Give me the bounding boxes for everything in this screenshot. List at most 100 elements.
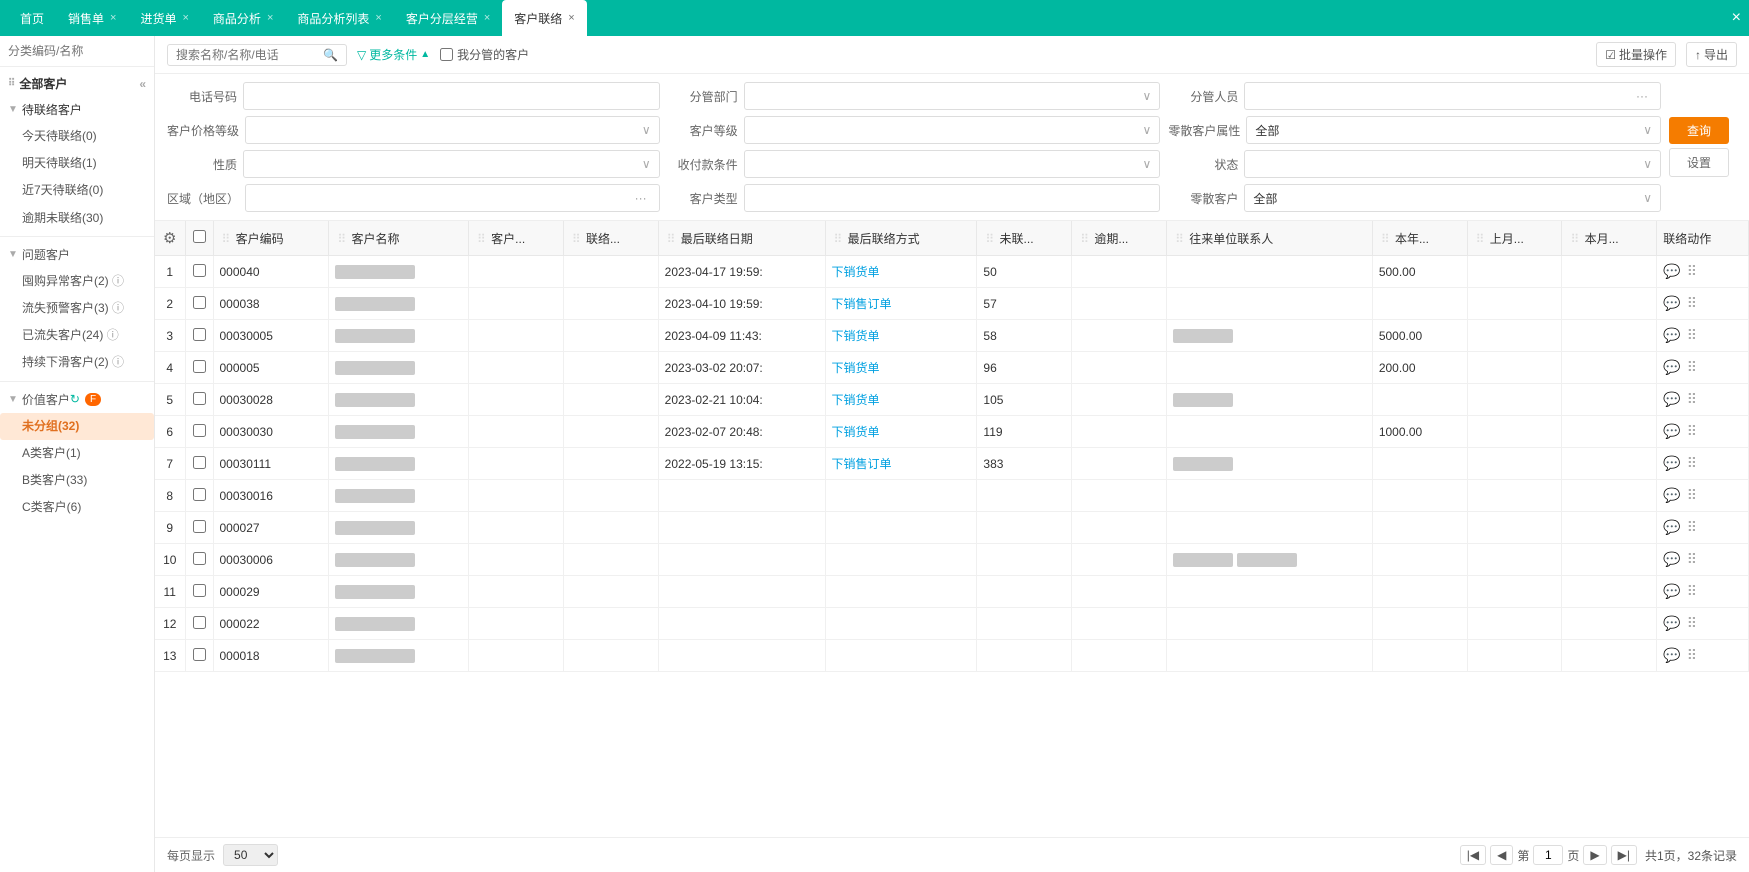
- comment-icon[interactable]: 💬: [1663, 423, 1680, 440]
- row-checkbox[interactable]: [193, 392, 206, 405]
- sidebar-group-problem[interactable]: ▼ 问题客户: [0, 241, 154, 268]
- retail-attr-select[interactable]: 全部 ∨: [1246, 116, 1661, 144]
- more-filters-button[interactable]: ▽ 更多条件 ▲: [357, 46, 430, 63]
- sidebar-item-overdue-pending[interactable]: 逾期未联络(30): [0, 205, 154, 232]
- dept-select[interactable]: ∨: [744, 82, 1161, 110]
- sidebar-all-customers-header[interactable]: ⠿ 全部客户 «: [0, 67, 154, 96]
- sidebar-group-pending[interactable]: ▼ 待联络客户: [0, 96, 154, 123]
- grid-action-icon[interactable]: ⠿: [1687, 615, 1697, 632]
- grid-action-icon[interactable]: ⠿: [1687, 327, 1697, 344]
- grid-action-icon[interactable]: ⠿: [1687, 519, 1697, 536]
- comment-icon[interactable]: 💬: [1663, 455, 1680, 472]
- grid-action-icon[interactable]: ⠿: [1687, 391, 1697, 408]
- comment-icon[interactable]: 💬: [1663, 583, 1680, 600]
- nav-tab-sales[interactable]: 销售单 ×: [56, 0, 128, 36]
- sidebar-item-today-pending[interactable]: 今天待联络(0): [0, 123, 154, 150]
- row-checkbox[interactable]: [193, 360, 206, 373]
- row-last-contact-way-link[interactable]: 下销货单: [832, 265, 880, 279]
- grid-action-icon[interactable]: ⠿: [1687, 487, 1697, 504]
- row-checkbox[interactable]: [193, 648, 206, 661]
- grid-action-icon[interactable]: ⠿: [1687, 263, 1697, 280]
- comment-icon[interactable]: 💬: [1663, 519, 1680, 536]
- customer-type-select[interactable]: [744, 184, 1161, 212]
- row-checkbox[interactable]: [193, 584, 206, 597]
- comment-icon[interactable]: 💬: [1663, 551, 1680, 568]
- sidebar-item-class-a[interactable]: A类客户(1): [0, 440, 154, 467]
- row-last-contact-way-link[interactable]: 下销售订单: [832, 297, 892, 311]
- gear-icon[interactable]: ⚙: [163, 230, 176, 247]
- customer-level-select[interactable]: ∨: [744, 116, 1161, 144]
- row-last-contact-way-link[interactable]: 下销货单: [832, 393, 880, 407]
- sidebar-item-declining[interactable]: 持续下滑客户(2) ⓘ: [0, 349, 154, 376]
- price-level-select[interactable]: ∨: [245, 116, 660, 144]
- search-input[interactable]: [176, 48, 319, 62]
- tab-customer-contact-close[interactable]: ×: [568, 12, 574, 24]
- row-last-contact-way-link[interactable]: 下销货单: [832, 329, 880, 343]
- comment-icon[interactable]: 💬: [1663, 263, 1680, 280]
- phone-input[interactable]: [243, 82, 660, 110]
- th-gear[interactable]: ⚙: [155, 221, 185, 256]
- row-last-contact-way-link[interactable]: 下销货单: [832, 425, 880, 439]
- next-page-button[interactable]: ▶: [1583, 845, 1606, 865]
- row-checkbox[interactable]: [193, 488, 206, 501]
- reset-button[interactable]: 设置: [1669, 148, 1729, 177]
- nav-tab-customer-mgmt[interactable]: 客户分层经营 ×: [394, 0, 502, 36]
- person-select[interactable]: ···: [1244, 82, 1661, 110]
- region-ellipsis[interactable]: ···: [631, 191, 651, 205]
- row-checkbox[interactable]: [193, 328, 206, 341]
- nav-tab-customer-contact[interactable]: 客户联络 ×: [502, 0, 586, 36]
- sidebar-group-value[interactable]: ▼ 价值客户 ↻ F: [0, 386, 154, 413]
- row-last-contact-way-link[interactable]: 下销货单: [832, 361, 880, 375]
- comment-icon[interactable]: 💬: [1663, 647, 1680, 664]
- sidebar-item-abnormal[interactable]: 囤购异常客户(2) ⓘ: [0, 268, 154, 295]
- comment-icon[interactable]: 💬: [1663, 615, 1680, 632]
- sidebar-item-tomorrow-pending[interactable]: 明天待联络(1): [0, 150, 154, 177]
- my-customers-check[interactable]: [440, 48, 453, 61]
- sidebar-item-class-c[interactable]: C类客户(6): [0, 494, 154, 521]
- row-checkbox[interactable]: [193, 616, 206, 629]
- search-icon[interactable]: 🔍: [323, 48, 338, 62]
- page-number-input[interactable]: [1533, 845, 1563, 865]
- sidebar-item-class-b[interactable]: B类客户(33): [0, 467, 154, 494]
- nav-tab-analysis[interactable]: 商品分析 ×: [201, 0, 285, 36]
- comment-icon[interactable]: 💬: [1663, 391, 1680, 408]
- grid-action-icon[interactable]: ⠿: [1687, 647, 1697, 664]
- query-button[interactable]: 查询: [1669, 117, 1729, 144]
- row-checkbox[interactable]: [193, 296, 206, 309]
- sidebar-search-input[interactable]: [8, 44, 155, 58]
- row-checkbox[interactable]: [193, 424, 206, 437]
- nav-tab-purchase[interactable]: 进货单 ×: [128, 0, 200, 36]
- tab-analysis-list-close[interactable]: ×: [375, 12, 381, 24]
- row-checkbox[interactable]: [193, 456, 206, 469]
- row-checkbox[interactable]: [193, 520, 206, 533]
- comment-icon[interactable]: 💬: [1663, 359, 1680, 376]
- comment-icon[interactable]: 💬: [1663, 295, 1680, 312]
- sidebar-item-lost[interactable]: 已流失客户(24) ⓘ: [0, 322, 154, 349]
- export-button[interactable]: ↑ 导出: [1686, 42, 1737, 67]
- status-select[interactable]: ∨: [1244, 150, 1661, 178]
- close-all-button[interactable]: ×: [1732, 9, 1741, 27]
- row-checkbox[interactable]: [193, 552, 206, 565]
- retail-customer-select[interactable]: 全部 ∨: [1244, 184, 1661, 212]
- region-select[interactable]: ···: [245, 184, 660, 212]
- tab-purchase-close[interactable]: ×: [182, 12, 188, 24]
- person-ellipsis[interactable]: ···: [1632, 89, 1652, 103]
- row-last-contact-way-link[interactable]: 下销售订单: [832, 457, 892, 471]
- tab-customer-mgmt-close[interactable]: ×: [484, 12, 490, 24]
- first-page-button[interactable]: |◀: [1460, 845, 1486, 865]
- batch-op-button[interactable]: ☑ 批量操作: [1596, 42, 1676, 67]
- my-customers-checkbox[interactable]: 我分管的客户: [440, 46, 529, 63]
- nav-tab-analysis-list[interactable]: 商品分析列表 ×: [285, 0, 393, 36]
- grid-action-icon[interactable]: ⠿: [1687, 295, 1697, 312]
- grid-action-icon[interactable]: ⠿: [1687, 423, 1697, 440]
- tab-analysis-close[interactable]: ×: [267, 12, 273, 24]
- payment-select[interactable]: ∨: [744, 150, 1161, 178]
- grid-action-icon[interactable]: ⠿: [1687, 359, 1697, 376]
- grid-action-icon[interactable]: ⠿: [1687, 455, 1697, 472]
- sidebar-item-7days-pending[interactable]: 近7天待联络(0): [0, 177, 154, 204]
- nature-select[interactable]: ∨: [243, 150, 660, 178]
- select-all-checkbox[interactable]: [193, 230, 206, 243]
- sidebar-item-ungroup[interactable]: 未分组(32): [0, 413, 154, 440]
- refresh-icon[interactable]: ↻: [70, 392, 80, 406]
- prev-page-button[interactable]: ◀: [1490, 845, 1513, 865]
